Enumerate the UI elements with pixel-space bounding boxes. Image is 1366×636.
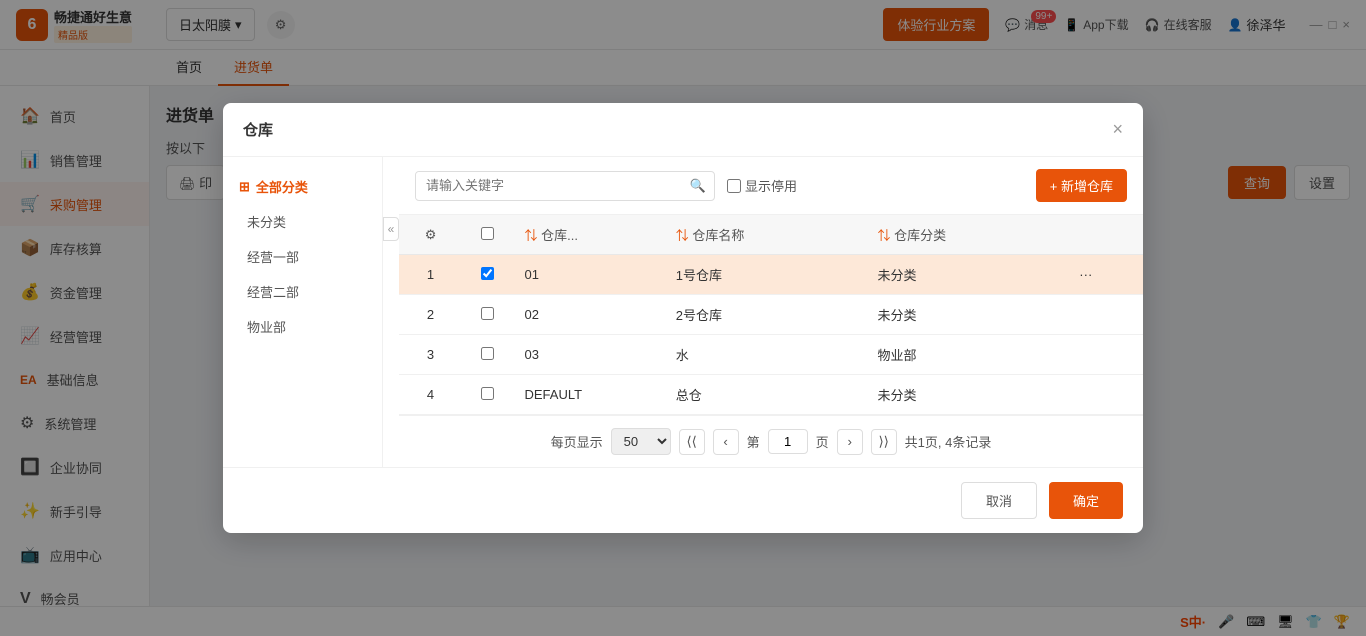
sort-icon: ⇅: [676, 228, 689, 243]
cell-num: 4: [399, 375, 462, 415]
cancel-btn[interactable]: 取消: [961, 482, 1037, 519]
modal-pagination: 每页显示 50 100 ⟨⟨ ‹ 第 页 › ⟩⟩ 共1页, 4条记录: [399, 415, 1143, 467]
search-box: 🔍: [415, 171, 715, 201]
page-label: 页: [816, 432, 829, 451]
cell-check[interactable]: [462, 295, 512, 335]
warehouse-table: ⚙ ⇅ 仓库... ⇅ 仓库名称 ⇅ 仓库分类 1 01 1号仓库: [399, 215, 1143, 415]
warehouse-table-wrap: ⚙ ⇅ 仓库... ⇅ 仓库名称 ⇅ 仓库分类 1 01 1号仓库: [399, 215, 1143, 415]
th-name[interactable]: ⇅ 仓库名称: [664, 215, 866, 255]
modal-backdrop[interactable]: 仓库 × ⊞ 全部分类 未分类 经营一部 经营二部 物业部 «: [0, 0, 1366, 636]
search-icon[interactable]: 🔍: [682, 172, 714, 200]
sort-icon: ⇅: [878, 228, 891, 243]
first-page-btn[interactable]: ⟨⟨: [679, 429, 705, 455]
th-gear: ⚙: [399, 215, 462, 255]
modal-sidebar-item-property[interactable]: 物业部: [223, 309, 382, 344]
modal-main: 🔍 显示停用 + 新增仓库 ⚙: [399, 157, 1143, 467]
confirm-btn[interactable]: 确定: [1049, 482, 1123, 519]
modal-toolbar: 🔍 显示停用 + 新增仓库: [399, 157, 1143, 215]
table-header-row: ⚙ ⇅ 仓库... ⇅ 仓库名称 ⇅ 仓库分类: [399, 215, 1143, 255]
row-checkbox[interactable]: [481, 267, 494, 280]
last-page-btn[interactable]: ⟩⟩: [871, 429, 897, 455]
sort-icon: ⇅: [524, 228, 537, 243]
cell-actions: ···: [1067, 255, 1143, 295]
th-actions: [1067, 215, 1143, 255]
th-code[interactable]: ⇅ 仓库...: [512, 215, 663, 255]
next-page-btn[interactable]: ›: [837, 429, 863, 455]
cell-code: DEFAULT: [512, 375, 663, 415]
add-warehouse-btn[interactable]: + 新增仓库: [1036, 169, 1127, 202]
cell-actions: [1067, 295, 1143, 335]
cell-actions: [1067, 375, 1143, 415]
modal-title: 仓库: [243, 119, 273, 140]
modal-sidebar-all-category[interactable]: ⊞ 全部分类: [223, 169, 382, 204]
table-row: 1 01 1号仓库 未分类 ···: [399, 255, 1143, 295]
cell-name: 1号仓库: [664, 255, 866, 295]
th-category[interactable]: ⇅ 仓库分类: [866, 215, 1068, 255]
per-page-label: 每页显示: [551, 432, 603, 451]
row-checkbox[interactable]: [481, 387, 494, 400]
cell-num: 3: [399, 335, 462, 375]
page-number-input[interactable]: [768, 429, 808, 454]
page-label-pre: 第: [747, 432, 760, 451]
modal-footer: 取消 确定: [223, 467, 1143, 533]
modal-body: ⊞ 全部分类 未分类 经营一部 经营二部 物业部 « 🔍: [223, 157, 1143, 467]
table-row: 3 03 水 物业部: [399, 335, 1143, 375]
modal-sidebar-item-ops1[interactable]: 经营一部: [223, 239, 382, 274]
row-checkbox[interactable]: [481, 307, 494, 320]
cell-num: 1: [399, 255, 462, 295]
cell-name: 水: [664, 335, 866, 375]
modal-category-sidebar: ⊞ 全部分类 未分类 经营一部 经营二部 物业部: [223, 157, 383, 467]
search-input[interactable]: [416, 172, 682, 199]
cell-category: 未分类: [866, 255, 1068, 295]
grid-icon: ⊞: [239, 179, 250, 195]
sidebar-collapse-btn[interactable]: «: [383, 217, 399, 241]
select-all-checkbox[interactable]: [481, 227, 494, 240]
cell-category: 未分类: [866, 375, 1068, 415]
total-label: 共1页, 4条记录: [905, 432, 992, 451]
cell-category: 物业部: [866, 335, 1068, 375]
page-size-select[interactable]: 50 100: [611, 428, 671, 455]
cell-code: 02: [512, 295, 663, 335]
table-row: 2 02 2号仓库 未分类: [399, 295, 1143, 335]
cell-code: 01: [512, 255, 663, 295]
prev-page-btn[interactable]: ‹: [713, 429, 739, 455]
show-disabled-checkbox[interactable]: 显示停用: [727, 176, 797, 195]
gear-icon: ⚙: [425, 227, 437, 242]
cell-name: 总仓: [664, 375, 866, 415]
table-row: 4 DEFAULT 总仓 未分类: [399, 375, 1143, 415]
cell-actions: [1067, 335, 1143, 375]
warehouse-modal: 仓库 × ⊞ 全部分类 未分类 经营一部 经营二部 物业部 «: [223, 103, 1143, 533]
cell-category: 未分类: [866, 295, 1068, 335]
table-body: 1 01 1号仓库 未分类 ··· 2 02 2号仓库 未分类 3 03 水 物…: [399, 255, 1143, 415]
cell-num: 2: [399, 295, 462, 335]
cell-check[interactable]: [462, 255, 512, 295]
modal-header: 仓库 ×: [223, 103, 1143, 157]
modal-close-btn[interactable]: ×: [1112, 119, 1123, 140]
cell-check[interactable]: [462, 375, 512, 415]
modal-sidebar-item-ops2[interactable]: 经营二部: [223, 274, 382, 309]
cell-name: 2号仓库: [664, 295, 866, 335]
modal-sidebar-item-uncategorized[interactable]: 未分类: [223, 204, 382, 239]
cell-check[interactable]: [462, 335, 512, 375]
show-disabled-input[interactable]: [727, 179, 741, 193]
th-check: [462, 215, 512, 255]
row-checkbox[interactable]: [481, 347, 494, 360]
cell-code: 03: [512, 335, 663, 375]
